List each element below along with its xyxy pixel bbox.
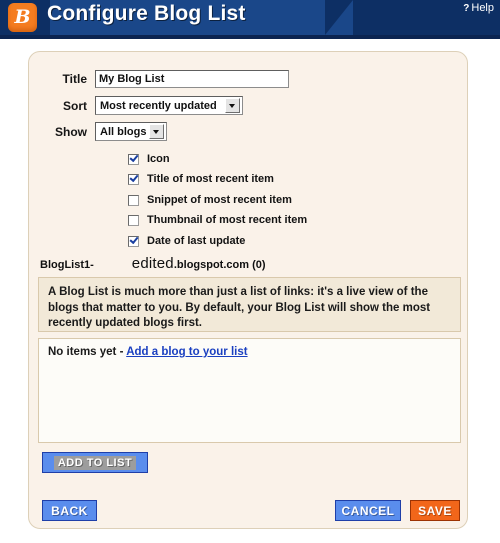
checkbox-row-title-recent[interactable]: Title of most recent item [128,173,274,185]
add-to-list-button[interactable]: ADD TO LIST [42,452,148,473]
chevron-down-icon [149,124,164,139]
empty-state: No items yet - Add a blog to your list [48,346,451,358]
sort-label: Sort [63,98,87,113]
add-to-list-label: ADD TO LIST [53,455,137,470]
bloglist-tag: BlogList1- [40,259,94,271]
checkbox-title-recent[interactable] [128,173,139,185]
back-button[interactable]: BACK [42,500,97,521]
checkbox-thumbnail[interactable] [128,214,139,226]
show-row: Show All blogs [29,122,167,141]
question-mark-icon: ? [463,3,470,14]
sort-select-value: Most recently updated [100,99,217,112]
checkbox-snippet[interactable] [128,194,139,206]
show-label: Show [55,124,87,139]
title-label: Title [62,72,87,86]
checkbox-icon[interactable] [128,153,139,165]
empty-state-text: No items yet - [48,346,127,358]
sort-row: Sort Most recently updated [29,96,243,115]
page-title: Configure Blog List [47,2,246,25]
help-link[interactable]: ? Help [463,2,494,14]
bloglist-heading: BlogList1- edited.blogspot.com (0) [40,255,266,273]
checkbox-row-thumbnail[interactable]: Thumbnail of most recent item [128,214,307,226]
app-header: B Configure Blog List ? Help [0,0,500,35]
blogger-logo-icon: B [8,3,37,32]
checkbox-label-icon: Icon [147,153,170,165]
help-label: Help [471,2,494,14]
cancel-button[interactable]: CANCEL [335,500,401,521]
bloglist-domain-main: edited [131,255,174,272]
checkbox-row-snippet[interactable]: Snippet of most recent item [128,194,292,206]
header-underline [0,35,500,39]
checkbox-date[interactable] [128,235,139,247]
bloglist-domain-suffix: .blogspot.com (0) [173,259,266,271]
blogger-logo-letter: B [14,6,31,28]
bloglist-domain: edited.blogspot.com (0) [132,255,266,273]
add-blog-link[interactable]: Add a blog to your list [126,346,247,358]
bloglist-items-box: No items yet - Add a blog to your list [38,338,461,443]
checkbox-row-date[interactable]: Date of last update [128,235,245,247]
bloglist-description: A Blog List is much more than just a lis… [38,277,461,332]
checkbox-label-date: Date of last update [147,235,246,247]
checkbox-row-icon[interactable]: Icon [128,153,170,165]
show-select[interactable]: All blogs [95,122,167,141]
header-panel-edge [325,0,353,35]
checkbox-label-title-recent: Title of most recent item [147,173,274,185]
save-button[interactable]: SAVE [410,500,460,521]
sort-select[interactable]: Most recently updated [95,96,243,115]
checkbox-label-snippet: Snippet of most recent item [147,194,292,206]
show-select-value: All blogs [100,125,147,138]
title-row: Title [29,70,289,88]
title-input[interactable] [95,70,289,88]
chevron-down-icon [225,98,240,113]
checkbox-label-thumbnail: Thumbnail of most recent item [147,214,308,226]
